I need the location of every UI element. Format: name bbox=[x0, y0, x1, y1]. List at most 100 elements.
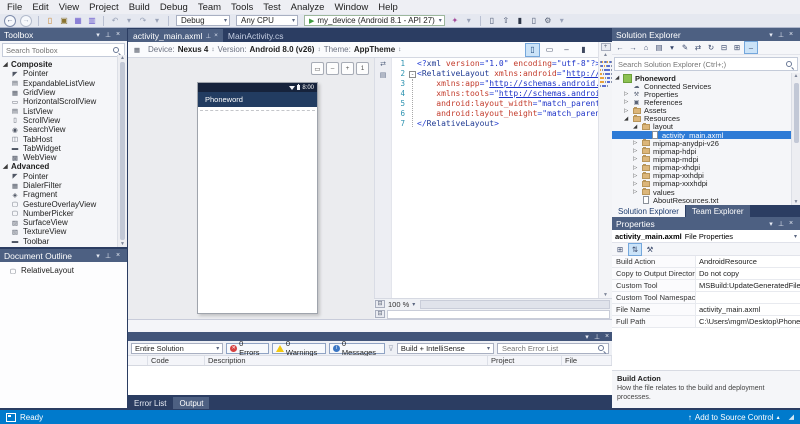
window-position-icon[interactable]: ▾ bbox=[766, 31, 776, 39]
error-list-search-input[interactable] bbox=[500, 343, 597, 354]
horizontal-scrollbar[interactable] bbox=[420, 300, 610, 309]
toolbox-item-horizontalscrollview[interactable]: ▭HorizontalScrollView bbox=[0, 97, 127, 106]
property-value[interactable]: Do not copy bbox=[696, 269, 800, 278]
column-header-description[interactable]: Description bbox=[205, 356, 488, 365]
toolbox-item-pointer[interactable]: ◤Pointer bbox=[0, 172, 127, 181]
scroll-up-icon[interactable]: ▲ bbox=[120, 55, 125, 61]
menu-item-tools[interactable]: Tools bbox=[226, 2, 258, 13]
expander-icon[interactable]: ▷ bbox=[633, 140, 641, 146]
outline-item-relativelayout[interactable]: ▢RelativeLayout bbox=[0, 265, 127, 276]
code-line[interactable]: 5 android:layout_width="match_parent" bbox=[392, 99, 598, 109]
scope-combo[interactable]: Entire Solution ▾ bbox=[131, 343, 223, 354]
home-icon[interactable]: ⌂ bbox=[640, 42, 652, 53]
expander-icon[interactable]: ▷ bbox=[633, 148, 641, 154]
tree-item-mipmap-xxxhdpi[interactable]: ▷mipmap-xxxhdpi bbox=[612, 180, 800, 188]
toolbox-item-fragment[interactable]: ◈Fragment bbox=[0, 190, 127, 199]
tree-item-references[interactable]: ▷▣References bbox=[612, 98, 800, 106]
tab-error-list[interactable]: Error List bbox=[128, 397, 172, 409]
open-file-icon[interactable]: ▣ bbox=[58, 15, 70, 26]
toolbox-item-expandablelistview[interactable]: ▤ExpandableListView bbox=[0, 79, 127, 88]
pin-icon[interactable]: ⊥ bbox=[592, 333, 602, 341]
editor-scrollbar[interactable]: + ▲ ▼ bbox=[598, 42, 612, 298]
resize-grip[interactable]: ◢ bbox=[789, 413, 794, 421]
horizontal-scrollbar[interactable] bbox=[387, 310, 610, 319]
landscape-view-icon[interactable]: ▭ bbox=[542, 43, 557, 57]
menu-item-view[interactable]: View bbox=[54, 2, 84, 13]
pin-icon[interactable]: ⊥ bbox=[776, 31, 786, 39]
device-value[interactable]: Nexus 4 bbox=[178, 45, 209, 54]
window-position-icon[interactable]: ▾ bbox=[93, 31, 103, 39]
column-header-project[interactable]: Project bbox=[488, 356, 562, 365]
tab-output[interactable]: Output bbox=[173, 397, 209, 409]
property-row[interactable]: Copy to Output DirectoryDo not copy bbox=[612, 268, 800, 280]
close-icon[interactable]: × bbox=[113, 31, 123, 38]
phone-preview[interactable]: 8:00 Phoneword bbox=[197, 82, 318, 314]
toolbox-item-gestureoverlayview[interactable]: ▢GestureOverlayView bbox=[0, 199, 127, 208]
device-frame-icon[interactable]: ▮ bbox=[576, 43, 591, 57]
property-row[interactable]: Custom Tool Namespace bbox=[612, 292, 800, 304]
tab-activity_main.axml[interactable]: activity_main.axml⊥× bbox=[128, 29, 223, 42]
menu-item-test[interactable]: Test bbox=[258, 2, 285, 13]
switch-views-icon[interactable]: ▤ bbox=[653, 42, 665, 53]
caret-up-icon[interactable]: ▴ bbox=[777, 414, 780, 421]
expander-icon[interactable]: ◢ bbox=[615, 75, 623, 81]
solution-explorer-search[interactable] bbox=[614, 57, 798, 71]
version-value[interactable]: Android 8.0 (v26) bbox=[250, 45, 315, 54]
menu-item-window[interactable]: Window bbox=[329, 2, 373, 13]
toolbox-item-textureview[interactable]: ▧TextureView bbox=[0, 227, 127, 236]
menu-item-project[interactable]: Project bbox=[84, 2, 124, 13]
menu-item-analyze[interactable]: Analyze bbox=[286, 2, 330, 13]
chevron-down-icon[interactable]: ▾ bbox=[123, 15, 135, 26]
chevron-down-icon[interactable]: ▾ bbox=[463, 15, 475, 26]
close-icon[interactable]: × bbox=[214, 32, 218, 39]
code-line[interactable]: 3 xmlns:app="http://schemas.android.com/… bbox=[392, 79, 598, 89]
device-phone-icon[interactable]: ▯ bbox=[528, 15, 540, 26]
property-value[interactable]: AndroidResource bbox=[696, 257, 800, 266]
pending-changes-filter-icon[interactable]: ✎ bbox=[679, 42, 691, 53]
zoom-actual-icon[interactable]: 1 bbox=[356, 62, 369, 75]
deploy-up-icon[interactable]: ⇧ bbox=[500, 15, 512, 26]
undo-icon[interactable]: ↶ bbox=[109, 15, 121, 26]
expander-icon[interactable]: ▷ bbox=[624, 99, 632, 105]
categorized-icon[interactable]: ⊞ bbox=[614, 244, 626, 255]
collapse-region-icon[interactable]: - bbox=[409, 71, 416, 78]
expander-icon[interactable]: ▷ bbox=[633, 165, 641, 171]
property-pages-icon[interactable]: ⚒ bbox=[644, 244, 656, 255]
solution-search-input[interactable] bbox=[618, 60, 785, 69]
start-debug-button[interactable]: ▶my_device (Android 8.1 - API 27)▾ bbox=[304, 15, 445, 26]
collapse-all-icon[interactable]: ⊟ bbox=[718, 42, 730, 53]
scrollbar-thumb[interactable] bbox=[794, 83, 799, 143]
theme-value[interactable]: AppTheme bbox=[354, 45, 395, 54]
property-row[interactable]: Build ActionAndroidResource bbox=[612, 256, 800, 268]
split-orientation-icon[interactable]: ▤ bbox=[380, 71, 387, 79]
error-list-body[interactable] bbox=[128, 366, 612, 395]
toolbox-scrollbar[interactable]: ▲ ▼ bbox=[117, 55, 127, 247]
expander-icon[interactable]: ▷ bbox=[633, 173, 641, 179]
toolbox-search-input[interactable] bbox=[6, 46, 112, 55]
toolbox-section-composite[interactable]: ◢Composite bbox=[0, 60, 127, 69]
tree-item-mipmap-anydpi-v26[interactable]: ▷mipmap-anydpi-v26 bbox=[612, 139, 800, 147]
chevron-down-icon[interactable]: ▾ bbox=[666, 42, 678, 53]
code-line[interactable]: 7</RelativeLayout> bbox=[392, 119, 598, 129]
menu-item-edit[interactable]: Edit bbox=[27, 2, 53, 13]
save-icon[interactable]: ▦ bbox=[72, 15, 84, 26]
code-line[interactable]: 6 android:layout_height="match_parent"> bbox=[392, 109, 598, 119]
errors-filter-button[interactable]: ✕ 0 Errors bbox=[226, 343, 269, 354]
pin-icon[interactable]: ⊥ bbox=[103, 31, 113, 39]
new-file-icon[interactable]: ▯ bbox=[44, 15, 56, 26]
property-value[interactable]: C:\Users\mgm\Desktop\Phonew bbox=[696, 317, 800, 326]
add-to-source-control-button[interactable]: Add to Source Control bbox=[695, 413, 774, 422]
split-editor-handle[interactable]: + bbox=[601, 43, 611, 51]
tree-item-mipmap-hdpi[interactable]: ▷mipmap-hdpi bbox=[612, 147, 800, 155]
tree-item-connected services[interactable]: ☁Connected Services bbox=[612, 82, 800, 90]
designer-source-splitter[interactable]: ⇄▤ bbox=[374, 58, 392, 298]
toolbox-item-tabhost[interactable]: ◫TabHost bbox=[0, 134, 127, 143]
window-position-icon[interactable]: ▾ bbox=[93, 252, 103, 260]
expander-icon[interactable]: ◢ bbox=[624, 116, 632, 122]
source-editor[interactable]: 1<?xml version="1.0" encoding="utf-8"?>2… bbox=[392, 58, 598, 298]
show-all-files-icon[interactable]: ⊞ bbox=[731, 42, 743, 53]
toolbox-item-scrollview[interactable]: ▯ScrollView bbox=[0, 116, 127, 125]
tree-item-resources[interactable]: ◢Resources bbox=[612, 115, 800, 123]
split-box-icon[interactable]: ⊟ bbox=[375, 310, 385, 318]
menu-item-debug[interactable]: Debug bbox=[155, 2, 193, 13]
